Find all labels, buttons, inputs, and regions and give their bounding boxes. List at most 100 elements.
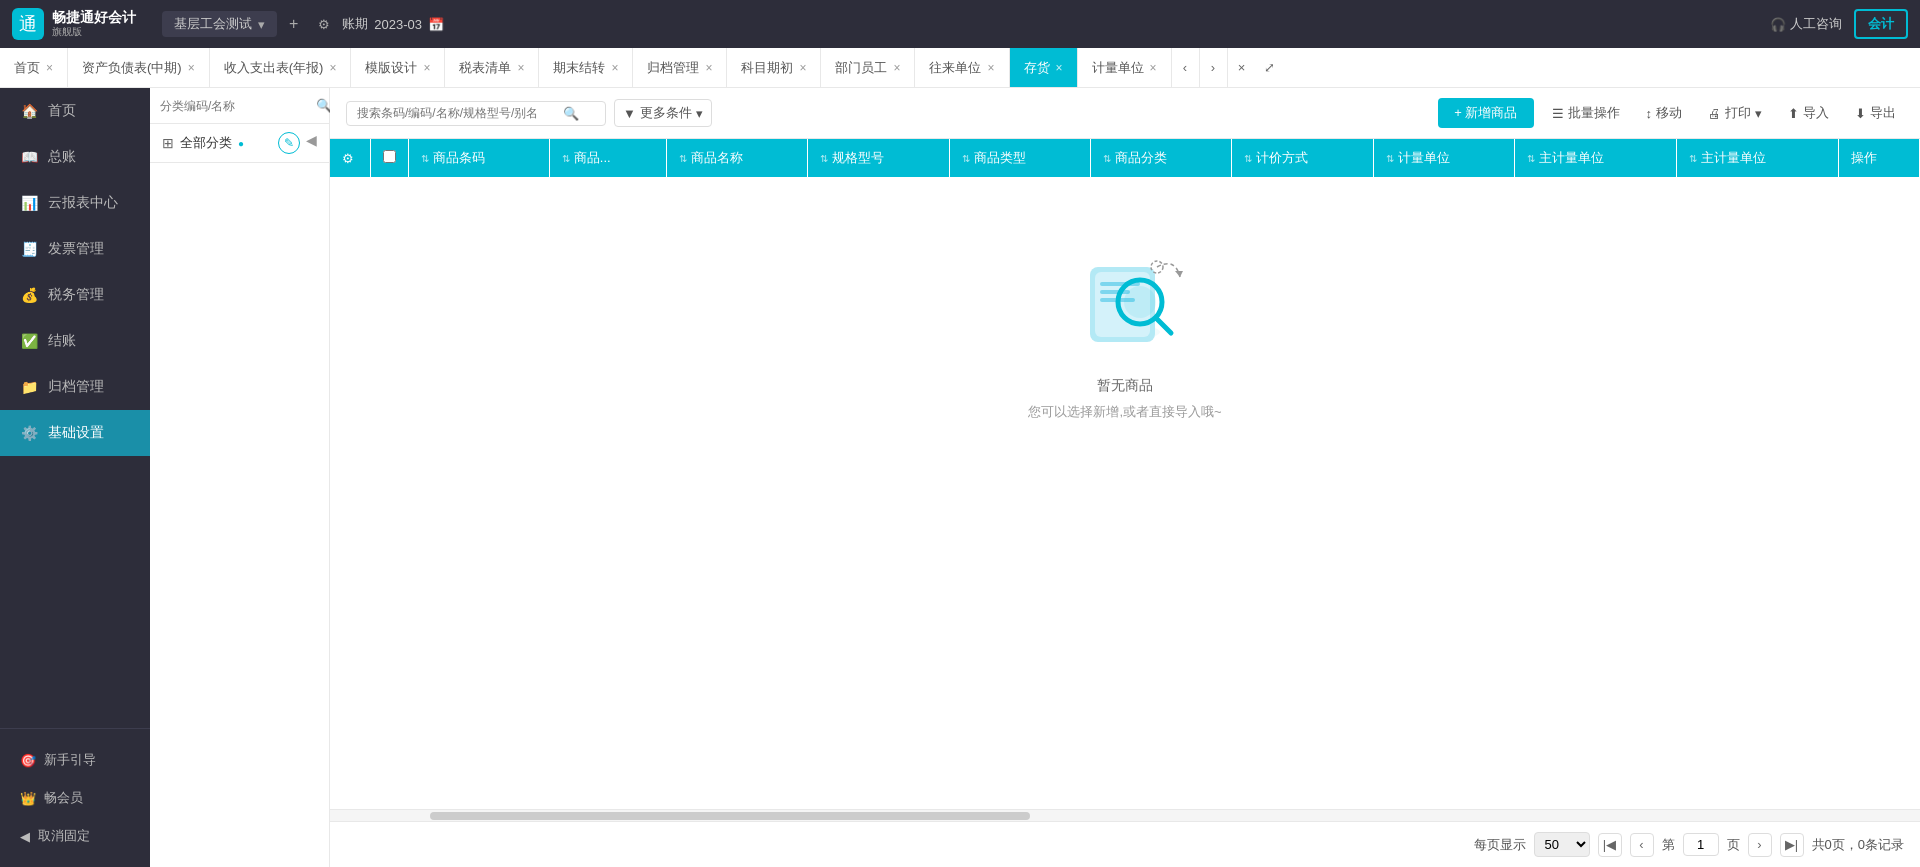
filter-button[interactable]: ▼ 更多条件 ▾ bbox=[614, 99, 712, 127]
page-label: 第 bbox=[1662, 836, 1675, 854]
col-header-check[interactable] bbox=[370, 139, 408, 177]
prev-page-button[interactable]: ‹ bbox=[1630, 833, 1654, 857]
category-collapse-button[interactable]: ◀ bbox=[306, 132, 317, 154]
content-area: 🔍 ⊞ 全部分类 ● ✎ ◀ bbox=[150, 88, 1920, 867]
tab-bar: 首页 × 资产负债表(中期) × 收入支出表(年报) × 模版设计 × 税表清单… bbox=[0, 48, 1920, 88]
tab-close-taxclear[interactable]: × bbox=[517, 61, 524, 75]
sidebar-item-home[interactable]: 🏠 首页 bbox=[0, 88, 150, 134]
move-button[interactable]: ↕ 移动 bbox=[1638, 100, 1691, 126]
svg-point-7 bbox=[1124, 286, 1156, 318]
invoice-icon: 🧾 bbox=[20, 241, 38, 257]
move-icon: ↕ bbox=[1646, 106, 1653, 121]
logo-text: 畅捷通好会计 旗舰版 bbox=[52, 9, 136, 40]
logo-area: 通 畅捷通好会计 旗舰版 bbox=[12, 8, 162, 40]
batch-ops-button[interactable]: ☰ 批量操作 bbox=[1544, 100, 1628, 126]
tab-close-contacts[interactable]: × bbox=[987, 61, 994, 75]
product-search-input[interactable] bbox=[357, 106, 557, 120]
empty-icon bbox=[1065, 237, 1185, 357]
tab-close-template[interactable]: × bbox=[423, 61, 430, 75]
account-button[interactable]: 会计 bbox=[1854, 9, 1908, 39]
product-panel: 🔍 ▼ 更多条件 ▾ + 新增商品 ☰ 批量操作 bbox=[330, 88, 1920, 867]
import-button[interactable]: ⬆ 导入 bbox=[1780, 100, 1837, 126]
tab-template[interactable]: 模版设计 × bbox=[351, 48, 445, 88]
search-icon[interactable]: 🔍 bbox=[563, 106, 579, 121]
tab-close-subject-init[interactable]: × bbox=[799, 61, 806, 75]
tab-close-period-end[interactable]: × bbox=[611, 61, 618, 75]
tab-close-inventory[interactable]: × bbox=[1056, 61, 1063, 75]
sidebar-item-archive[interactable]: 📁 归档管理 bbox=[0, 364, 150, 410]
tab-taxclear[interactable]: 税表清单 × bbox=[445, 48, 539, 88]
company-tab[interactable]: 基层工会测试 ▾ bbox=[162, 11, 277, 37]
consulting-button[interactable]: 🎧 人工咨询 bbox=[1770, 15, 1842, 33]
first-page-button[interactable]: |◀ bbox=[1598, 833, 1622, 857]
headset-icon: 🎧 bbox=[1770, 17, 1786, 32]
unpin-icon: ◀ bbox=[20, 829, 30, 844]
tab-archive[interactable]: 归档管理 × bbox=[633, 48, 727, 88]
toolbar: 🔍 ▼ 更多条件 ▾ + 新增商品 ☰ 批量操作 bbox=[330, 88, 1920, 139]
tab-income[interactable]: 收入支出表(年报) × bbox=[210, 48, 352, 88]
print-button[interactable]: 🖨 打印 ▾ bbox=[1700, 100, 1770, 126]
select-all-checkbox[interactable] bbox=[383, 150, 396, 163]
tab-measure-unit[interactable]: 计量单位 × bbox=[1078, 48, 1172, 88]
print-chevron-icon: ▾ bbox=[1755, 106, 1762, 121]
category-dot: ● bbox=[238, 138, 244, 149]
tax-icon: 💰 bbox=[20, 287, 38, 303]
grid-icon: ⊞ bbox=[162, 135, 174, 151]
sidebar-item-reports[interactable]: 📊 云报表中心 bbox=[0, 180, 150, 226]
tab-dept-emp[interactable]: 部门员工 × bbox=[821, 48, 915, 88]
tab-close-balance[interactable]: × bbox=[188, 61, 195, 75]
tab-expand-button[interactable]: ⤢ bbox=[1256, 48, 1284, 88]
sidebar-item-closing[interactable]: ✅ 结账 bbox=[0, 318, 150, 364]
tab-close-archive[interactable]: × bbox=[705, 61, 712, 75]
batch-icon: ☰ bbox=[1552, 106, 1564, 121]
import-icon: ⬆ bbox=[1788, 106, 1799, 121]
category-add-button[interactable]: ✎ bbox=[278, 132, 300, 154]
reports-icon: 📊 bbox=[20, 195, 38, 211]
last-page-button[interactable]: ▶| bbox=[1780, 833, 1804, 857]
sidebar-item-tax[interactable]: 💰 税务管理 bbox=[0, 272, 150, 318]
guide-icon: 🎯 bbox=[20, 753, 36, 768]
col-header-name: ⇅商品名称 bbox=[667, 139, 808, 177]
unpin-button[interactable]: ◀ 取消固定 bbox=[0, 817, 150, 855]
category-header: ⊞ 全部分类 ● ✎ ◀ bbox=[150, 124, 329, 163]
tab-period-end[interactable]: 期末结转 × bbox=[539, 48, 633, 88]
tab-inventory[interactable]: 存货 × bbox=[1010, 48, 1078, 88]
sidebar-item-invoice[interactable]: 🧾 发票管理 bbox=[0, 226, 150, 272]
tab-close-home[interactable]: × bbox=[46, 61, 53, 75]
tab-close-measure-unit[interactable]: × bbox=[1150, 61, 1157, 75]
col-header-pricing: ⇅计价方式 bbox=[1232, 139, 1373, 177]
tab-close-income[interactable]: × bbox=[329, 61, 336, 75]
sidebar-item-member[interactable]: 👑 畅会员 bbox=[0, 779, 150, 817]
sidebar-item-ledger[interactable]: 📖 总账 bbox=[0, 134, 150, 180]
top-right: 🎧 人工咨询 会计 bbox=[1770, 9, 1908, 39]
tab-next-button[interactable]: › bbox=[1200, 48, 1228, 88]
tab-home[interactable]: 首页 × bbox=[0, 48, 68, 88]
scroll-thumb[interactable] bbox=[430, 812, 1030, 820]
export-button[interactable]: ⬇ 导出 bbox=[1847, 100, 1904, 126]
tab-subject-init[interactable]: 科目期初 × bbox=[727, 48, 821, 88]
page-input[interactable] bbox=[1683, 833, 1719, 856]
product-table: ⚙ ⇅商品条码 ⇅商品... ⇅商品名称 ⇅规格型号 ⇅商品类型 ⇅商品分类 ⇅… bbox=[330, 139, 1920, 177]
add-tab-button[interactable]: + bbox=[281, 11, 306, 37]
main-layout: 🏠 首页 📖 总账 📊 云报表中心 🧾 发票管理 💰 税务管理 ✅ 结账 📁 归… bbox=[0, 88, 1920, 867]
calendar-icon[interactable]: 📅 bbox=[428, 17, 444, 32]
category-search-input[interactable] bbox=[160, 99, 310, 113]
product-search-box: 🔍 bbox=[346, 101, 606, 126]
tab-prev-button[interactable]: ‹ bbox=[1172, 48, 1200, 88]
logo-icon: 通 bbox=[12, 8, 44, 40]
per-page-label: 每页显示 bbox=[1474, 836, 1526, 854]
sidebar-item-basic[interactable]: ⚙️ 基础设置 bbox=[0, 410, 150, 456]
settings-icon[interactable]: ⚙ bbox=[310, 13, 338, 36]
per-page-select[interactable]: 50 100 200 bbox=[1534, 832, 1590, 857]
sidebar-item-guide[interactable]: 🎯 新手引导 bbox=[0, 741, 150, 779]
col-header-settings[interactable]: ⚙ bbox=[330, 139, 370, 177]
top-tab-area: 基层工会测试 ▾ + ⚙ 账期 2023-03 📅 bbox=[162, 11, 1770, 37]
add-product-button[interactable]: + 新增商品 bbox=[1438, 98, 1533, 128]
next-page-button[interactable]: › bbox=[1748, 833, 1772, 857]
svg-rect-4 bbox=[1100, 290, 1130, 294]
tab-contacts[interactable]: 往来单位 × bbox=[915, 48, 1009, 88]
tab-balance[interactable]: 资产负债表(中期) × bbox=[68, 48, 210, 88]
tab-close-all-button[interactable]: × bbox=[1228, 48, 1256, 88]
tab-close-dept-emp[interactable]: × bbox=[893, 61, 900, 75]
member-icon: 👑 bbox=[20, 791, 36, 806]
